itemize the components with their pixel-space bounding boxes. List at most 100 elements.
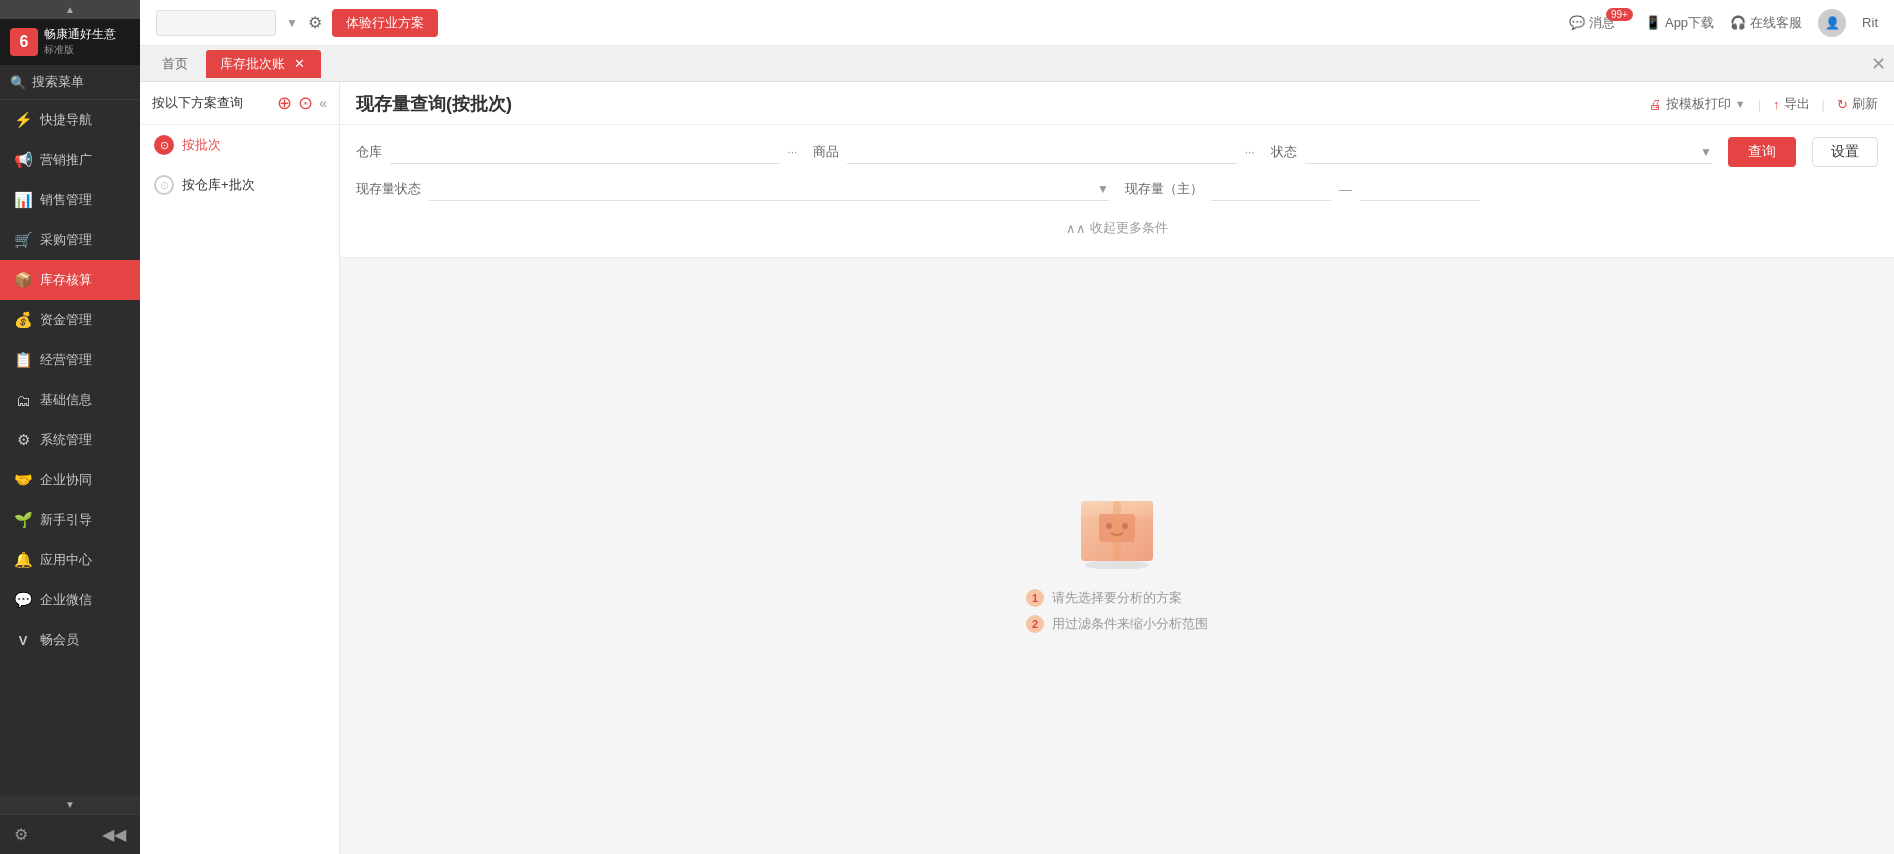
- warehouse-label: 仓库: [356, 143, 382, 161]
- sidebar-search[interactable]: 🔍 搜索菜单: [0, 65, 140, 100]
- search-icon: 🔍: [10, 75, 26, 90]
- sidebar-scroll-up[interactable]: ▲: [0, 0, 140, 19]
- empty-hint-1: 1 请先选择要分析的方案: [1026, 589, 1208, 607]
- sidebar-item-label: 资金管理: [40, 311, 92, 329]
- dropdown-icon[interactable]: ▼: [286, 16, 298, 30]
- refresh-label: 刷新: [1852, 95, 1878, 113]
- tab-close-button[interactable]: ✕: [291, 56, 307, 72]
- sidebar-item-cooperation[interactable]: 🤝 企业协同: [0, 460, 140, 500]
- scheme-active-icon: ⊙: [154, 135, 174, 155]
- right-content: 现存量查询(按批次) 🖨 按模板打印 ▼ | ↑ 导出 | ↻: [340, 82, 1894, 854]
- hint-num-2: 2: [1026, 615, 1044, 633]
- titlebar-actions: 🖨 按模板打印 ▼ | ↑ 导出 | ↻ 刷新: [1649, 95, 1878, 113]
- sidebar: ▲ 6 畅康通好生意 标准版 🔍 搜索菜单 ⚡ 快捷导航 📢 营销推广 📊 销售…: [0, 0, 140, 854]
- collapse-scheme-icon[interactable]: «: [319, 95, 327, 111]
- query-button[interactable]: 查询: [1728, 137, 1796, 167]
- print-button[interactable]: 🖨 按模板打印 ▼: [1649, 95, 1746, 113]
- breadcrumb-input[interactable]: [156, 10, 276, 36]
- scheme-item-by-warehouse-batch[interactable]: ⊙ 按仓库+批次: [140, 165, 339, 205]
- sidebar-item-guide[interactable]: 🌱 新手引导: [0, 500, 140, 540]
- product-more-icon[interactable]: ···: [1245, 145, 1255, 159]
- basics-icon: 🗂: [14, 391, 32, 409]
- sidebar-item-system[interactable]: ⚙ 系统管理: [0, 420, 140, 460]
- service-icon: 🎧: [1730, 15, 1746, 30]
- add-scheme-icon[interactable]: ⊕: [277, 92, 292, 114]
- message-badge: 99+: [1606, 8, 1633, 21]
- inventory-qty-min-input[interactable]: [1211, 177, 1331, 201]
- app-label: App下载: [1665, 14, 1714, 32]
- sidebar-item-operations[interactable]: 📋 经营管理: [0, 340, 140, 380]
- filter-collapse-button[interactable]: ∧∧ 收起更多条件: [356, 211, 1878, 245]
- product-input[interactable]: [847, 140, 1236, 164]
- sidebar-footer: ⚙ ◀◀: [0, 814, 140, 854]
- divider1: |: [1758, 97, 1761, 112]
- sidebar-item-inventory[interactable]: 📦 库存核算: [0, 260, 140, 300]
- close-all-tabs-button[interactable]: ✕: [1871, 55, 1886, 73]
- sidebar-item-vip[interactable]: V 畅会员: [0, 620, 140, 660]
- product-filter-group: 商品 ···: [813, 140, 1254, 164]
- tab-batch-account[interactable]: 库存批次账 ✕: [206, 50, 321, 78]
- sidebar-item-purchase[interactable]: 🛒 采购管理: [0, 220, 140, 260]
- sidebar-item-label: 快捷导航: [40, 111, 92, 129]
- status-label: 状态: [1271, 143, 1297, 161]
- print-dropdown-icon[interactable]: ▼: [1735, 98, 1746, 110]
- sidebar-item-appstore[interactable]: 🔔 应用中心: [0, 540, 140, 580]
- inventory-status-dropdown-icon: ▼: [1097, 182, 1109, 196]
- service-label: 在线客服: [1750, 14, 1802, 32]
- warehouse-more-icon[interactable]: ···: [787, 145, 797, 159]
- online-service-button[interactable]: 🎧 在线客服: [1730, 14, 1802, 32]
- warehouse-filter-group: 仓库 ···: [356, 140, 797, 164]
- cooperation-icon: 🤝: [14, 471, 32, 489]
- sidebar-item-label: 企业协同: [40, 471, 92, 489]
- avatar: 👤: [1818, 9, 1846, 37]
- inventory-status-select[interactable]: ▼: [429, 178, 1109, 201]
- username-label[interactable]: Rit: [1862, 15, 1878, 30]
- qty-dash: —: [1339, 182, 1352, 197]
- warehouse-input[interactable]: [390, 140, 779, 164]
- sidebar-item-finance[interactable]: 💰 资金管理: [0, 300, 140, 340]
- settings-icon[interactable]: ⚙: [14, 825, 28, 844]
- page-titlebar: 现存量查询(按批次) 🖨 按模板打印 ▼ | ↑ 导出 | ↻: [340, 82, 1894, 125]
- operations-icon: 📋: [14, 351, 32, 369]
- experience-button[interactable]: 体验行业方案: [332, 9, 438, 37]
- topbar-left: ▼ ⚙ 体验行业方案: [156, 9, 1557, 37]
- status-dropdown-icon: ▼: [1700, 145, 1712, 159]
- status-filter-group: 状态 ▼: [1271, 141, 1712, 164]
- empty-illustration: [1067, 479, 1167, 569]
- sidebar-item-sales[interactable]: 📊 销售管理: [0, 180, 140, 220]
- export-button[interactable]: ↑ 导出: [1773, 95, 1810, 113]
- app-download-button[interactable]: 📱 App下载: [1645, 14, 1714, 32]
- status-select[interactable]: ▼: [1305, 141, 1712, 164]
- hint-text-1: 请先选择要分析的方案: [1052, 589, 1182, 607]
- scheme-item-label: 按仓库+批次: [182, 176, 255, 194]
- guide-icon: 🌱: [14, 511, 32, 529]
- sidebar-scroll-down[interactable]: ▼: [0, 795, 140, 814]
- topbar-gear-icon[interactable]: ⚙: [308, 13, 322, 32]
- collapse-icon[interactable]: ◀◀: [102, 825, 126, 844]
- scheme-item-by-batch[interactable]: ⊙ 按批次: [140, 125, 339, 165]
- filter-row-1: 仓库 ··· 商品 ··· 状态 ▼: [356, 137, 1878, 167]
- sidebar-item-label: 系统管理: [40, 431, 92, 449]
- company-name: 畅康通好生意: [44, 27, 116, 43]
- app-icon: 📱: [1645, 15, 1661, 30]
- scheme-inactive-icon: ⊙: [154, 175, 174, 195]
- tab-batch-account-label: 库存批次账: [220, 55, 285, 73]
- message-button[interactable]: 💬 消息 99+: [1569, 14, 1615, 32]
- empty-illustration-svg: [1067, 479, 1167, 569]
- inventory-qty-max-input[interactable]: [1360, 177, 1480, 201]
- sidebar-item-quick-nav[interactable]: ⚡ 快捷导航: [0, 100, 140, 140]
- wechat-icon: 💬: [14, 591, 32, 609]
- content-area: 按以下方案查询 ⊕ ⊙ « ⊙ 按批次 ⊙ 按仓库+批次: [140, 82, 1894, 854]
- filter-row-2: 现存量状态 ▼ 现存量（主） —: [356, 177, 1878, 201]
- sidebar-item-marketing[interactable]: 📢 营销推广: [0, 140, 140, 180]
- refresh-button[interactable]: ↻ 刷新: [1837, 95, 1878, 113]
- sidebar-item-wechat[interactable]: 💬 企业微信: [0, 580, 140, 620]
- hint-text-2: 用过滤条件来缩小分析范围: [1052, 615, 1208, 633]
- settings-scheme-icon[interactable]: ⊙: [298, 92, 313, 114]
- export-label: 导出: [1784, 95, 1810, 113]
- svg-rect-4: [1113, 501, 1121, 559]
- sidebar-item-basics[interactable]: 🗂 基础信息: [0, 380, 140, 420]
- settings-button[interactable]: 设置: [1812, 137, 1878, 167]
- tab-home[interactable]: 首页: [148, 50, 202, 78]
- sidebar-item-label: 畅会员: [40, 631, 79, 649]
